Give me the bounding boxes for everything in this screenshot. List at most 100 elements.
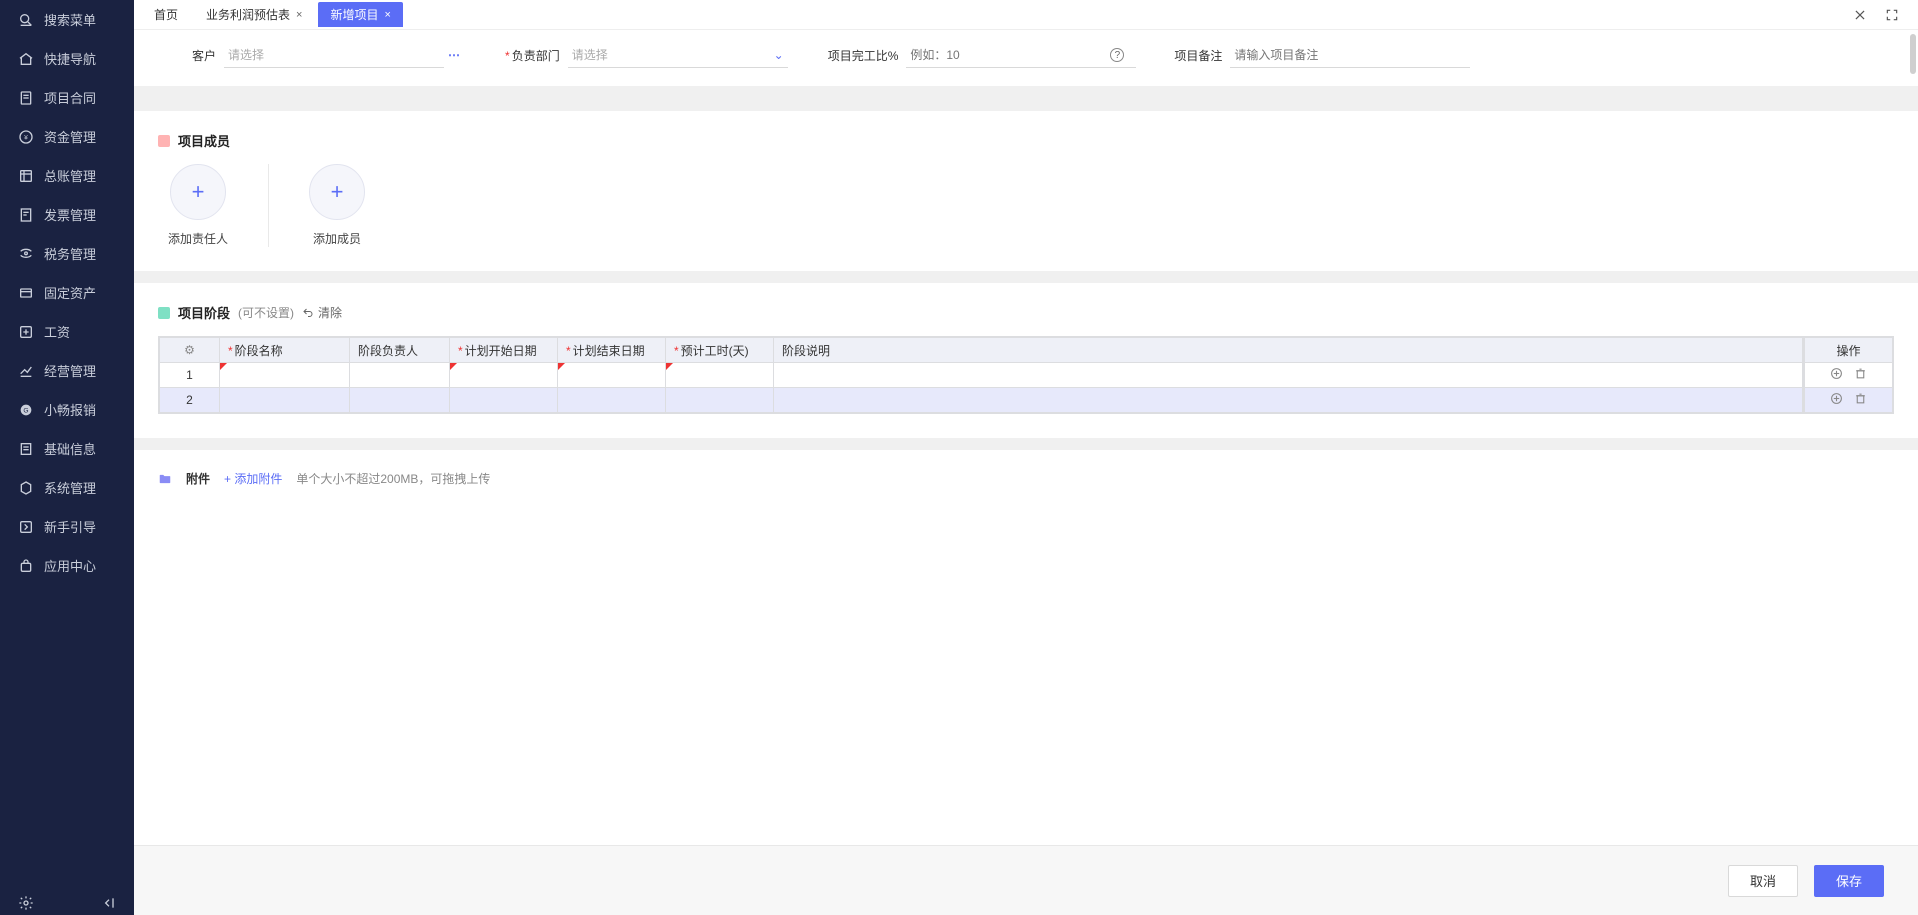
cell-owner[interactable] xyxy=(350,363,450,388)
person-icon xyxy=(158,135,170,147)
save-button[interactable]: 保存 xyxy=(1814,865,1884,897)
cell-name[interactable] xyxy=(220,388,350,413)
delete-row-icon[interactable] xyxy=(1854,367,1867,380)
sidebar-item-label: 经营管理 xyxy=(44,361,96,380)
progress-input[interactable] xyxy=(906,42,1136,68)
sidebar-item-contract[interactable]: 项目合同 xyxy=(0,78,134,117)
tabbar-actions xyxy=(1850,5,1910,25)
svg-text:¥: ¥ xyxy=(24,134,28,141)
section-hint: (可不设置) xyxy=(238,304,294,321)
attachment-hint: 单个大小不超过200MB，可拖拽上传 xyxy=(296,470,490,487)
table-row[interactable]: 1 xyxy=(160,363,1803,388)
col-owner: 阶段负责人 xyxy=(350,338,450,363)
clear-label: 清除 xyxy=(318,304,342,321)
stages-table: ⚙ *阶段名称 阶段负责人 *计划开始日期 *计划结束日期 *预计工时(天) 阶… xyxy=(158,336,1894,414)
settings-icon[interactable] xyxy=(18,895,34,911)
tab-label: 新增项目 xyxy=(330,6,378,23)
col-hours: *预计工时(天) xyxy=(666,338,774,363)
asset-icon xyxy=(18,285,34,301)
col-name: *阶段名称 xyxy=(220,338,350,363)
stages-table-main: ⚙ *阶段名称 阶段负责人 *计划开始日期 *计划结束日期 *预计工时(天) 阶… xyxy=(159,337,1803,413)
sidebar-item-search[interactable]: 搜索菜单 xyxy=(0,0,134,39)
cell-desc[interactable] xyxy=(774,363,1803,388)
col-start: *计划开始日期 xyxy=(450,338,558,363)
close-icon[interactable]: × xyxy=(384,9,390,21)
tab-new-project[interactable]: 新增项目 × xyxy=(318,2,402,27)
dept-select[interactable]: 请选择 ⌄ xyxy=(568,42,788,68)
main: 首页 业务利润预估表 × 新增项目 × 客户 xyxy=(134,0,1918,915)
stages-ops-inner: 操作 xyxy=(1804,337,1893,413)
clear-stages-button[interactable]: 清除 xyxy=(302,304,342,321)
sidebar-footer xyxy=(0,887,134,915)
delete-row-icon[interactable] xyxy=(1854,392,1867,405)
tab-home[interactable]: 首页 xyxy=(142,2,190,27)
add-attachment-button[interactable]: + 添加附件 xyxy=(224,470,282,487)
svg-text:G: G xyxy=(23,407,28,414)
add-owner-button[interactable]: + xyxy=(170,164,226,220)
add-member-button[interactable]: + xyxy=(309,164,365,220)
sidebar: 搜索菜单 快捷导航 项目合同 ¥ 资金管理 总账管理 发票管理 税务管理 固定资 xyxy=(0,0,134,915)
cell-owner[interactable] xyxy=(350,388,450,413)
add-row-icon[interactable] xyxy=(1830,367,1843,380)
placeholder-text: 请选择 xyxy=(228,46,264,63)
home-icon xyxy=(18,51,34,67)
label-customer: 客户 xyxy=(192,47,216,64)
sidebar-item-baseinfo[interactable]: 基础信息 xyxy=(0,429,134,468)
cell-name[interactable] xyxy=(220,363,350,388)
sidebar-item-quicknav[interactable]: 快捷导航 xyxy=(0,39,134,78)
divider xyxy=(268,164,269,247)
close-icon[interactable]: × xyxy=(296,9,302,21)
cell-hours[interactable] xyxy=(666,363,774,388)
sidebar-item-invoice[interactable]: 发票管理 xyxy=(0,195,134,234)
sidebar-item-system[interactable]: 系统管理 xyxy=(0,468,134,507)
tab-profit-estimate[interactable]: 业务利润预估表 × xyxy=(194,2,314,27)
close-all-icon[interactable] xyxy=(1850,5,1870,25)
button-label: 保存 xyxy=(1836,871,1862,890)
col-end: *计划结束日期 xyxy=(558,338,666,363)
label-progress: 项目完工比% xyxy=(828,47,899,64)
add-owner: + 添加责任人 xyxy=(168,164,228,247)
sidebar-item-ledger[interactable]: 总账管理 xyxy=(0,156,134,195)
scrollbar-thumb[interactable] xyxy=(1910,34,1916,74)
sidebar-item-asset[interactable]: 固定资产 xyxy=(0,273,134,312)
stages-table-inner: ⚙ *阶段名称 阶段负责人 *计划开始日期 *计划结束日期 *预计工时(天) 阶… xyxy=(159,337,1803,413)
content-scroll[interactable]: 客户 请选择 ⋯ *负责部门 请选择 ⌄ 项 xyxy=(134,30,1918,915)
sidebar-item-label: 小畅报销 xyxy=(44,400,96,419)
cell-start[interactable] xyxy=(450,363,558,388)
sidebar-item-label: 固定资产 xyxy=(44,283,96,302)
col-gear[interactable]: ⚙ xyxy=(160,338,220,363)
ellipsis-icon[interactable]: ⋯ xyxy=(444,48,465,62)
add-row-icon[interactable] xyxy=(1830,392,1843,405)
sidebar-item-tax[interactable]: 税务管理 xyxy=(0,234,134,273)
sidebar-item-expense[interactable]: G 小畅报销 xyxy=(0,390,134,429)
chevron-down-icon: ⌄ xyxy=(774,48,784,62)
sidebar-item-guide[interactable]: 新手引导 xyxy=(0,507,134,546)
sidebar-item-label: 总账管理 xyxy=(44,166,96,185)
sidebar-item-label: 系统管理 xyxy=(44,478,96,497)
stage-icon xyxy=(158,307,170,319)
sidebar-item-funds[interactable]: ¥ 资金管理 xyxy=(0,117,134,156)
salary-icon xyxy=(18,324,34,340)
form-row: 客户 请选择 ⋯ *负责部门 请选择 ⌄ 项 xyxy=(134,30,1918,87)
sidebar-item-salary[interactable]: 工资 xyxy=(0,312,134,351)
fullscreen-icon[interactable] xyxy=(1882,5,1902,25)
remark-input[interactable] xyxy=(1230,42,1470,68)
cell-hours[interactable] xyxy=(666,388,774,413)
sidebar-item-label: 基础信息 xyxy=(44,439,96,458)
sidebar-item-label: 项目合同 xyxy=(44,88,96,107)
table-row[interactable]: 2 xyxy=(160,388,1803,413)
customer-select[interactable]: 请选择 xyxy=(224,42,444,68)
chart-icon xyxy=(18,363,34,379)
collapse-icon[interactable] xyxy=(100,895,116,911)
sidebar-item-apps[interactable]: 应用中心 xyxy=(0,546,134,585)
cancel-button[interactable]: 取消 xyxy=(1728,865,1798,897)
cell-start[interactable] xyxy=(450,388,558,413)
label-dept: *负责部门 xyxy=(505,47,560,64)
sidebar-item-business[interactable]: 经营管理 xyxy=(0,351,134,390)
sidebar-item-label: 快捷导航 xyxy=(44,49,96,68)
cell-desc[interactable] xyxy=(774,388,1803,413)
members-row: + 添加责任人 + 添加成员 xyxy=(158,164,1894,247)
cell-end[interactable] xyxy=(558,363,666,388)
cell-end[interactable] xyxy=(558,388,666,413)
sidebar-item-label: 资金管理 xyxy=(44,127,96,146)
